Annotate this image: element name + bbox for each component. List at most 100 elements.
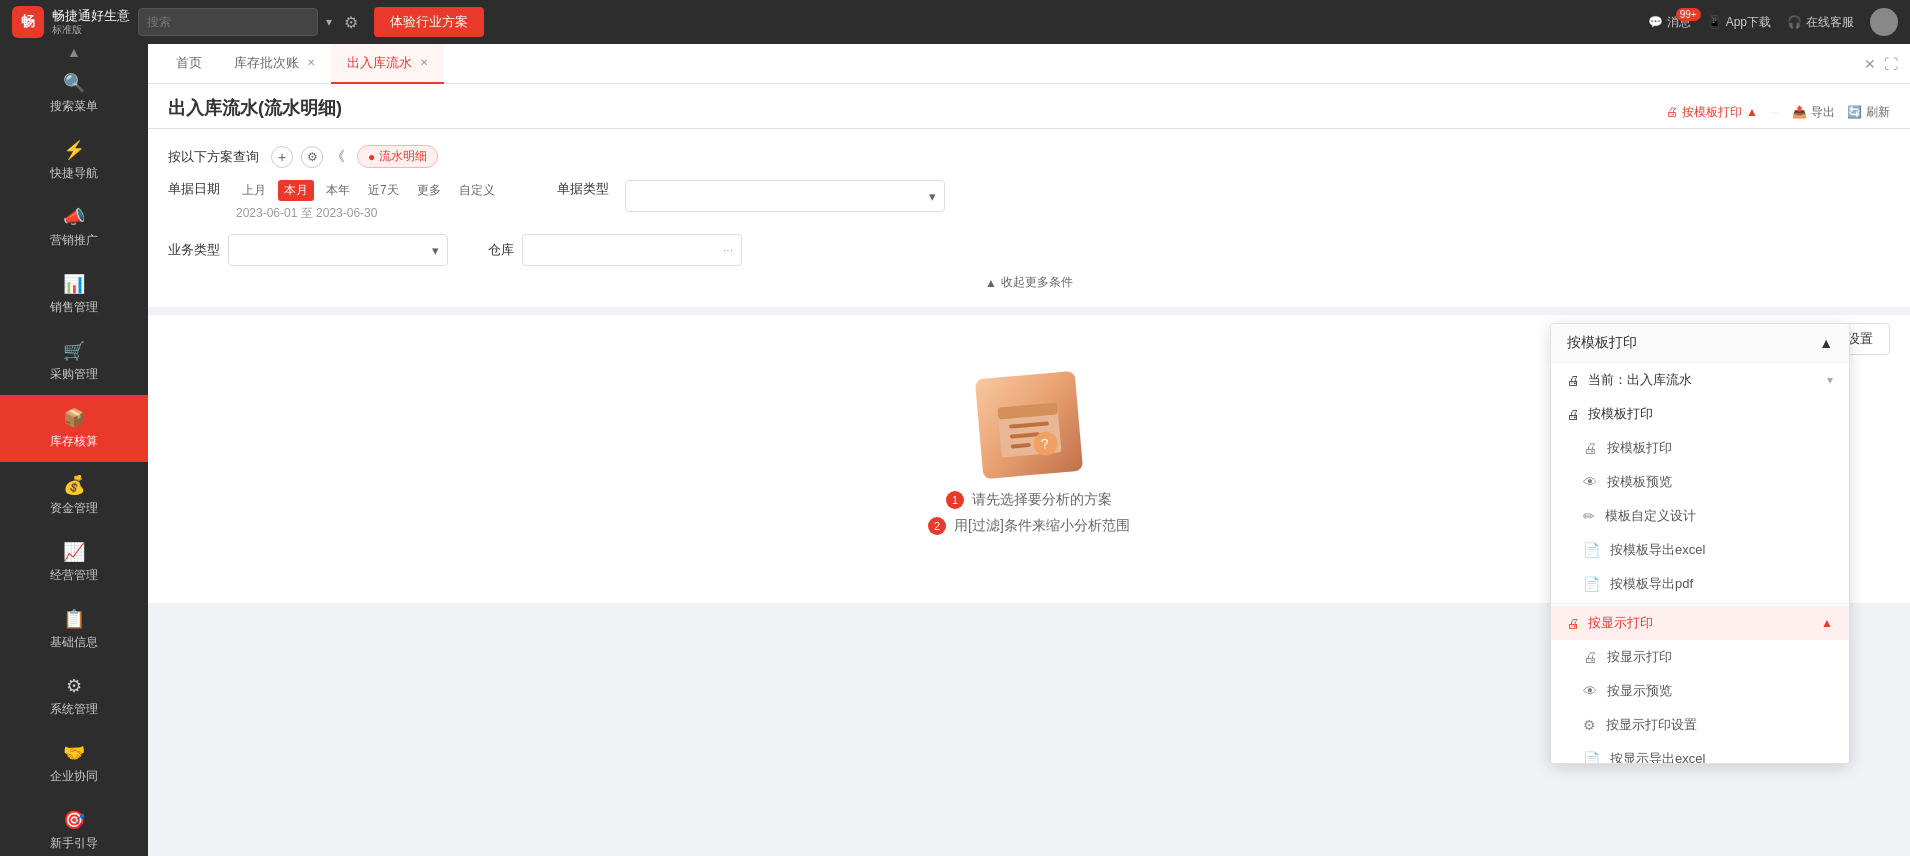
tab-maximize-icon[interactable]: ⛶ [1884,56,1898,72]
display-excel-label: 按显示导出excel [1610,750,1705,763]
dropdown-divider [1551,603,1849,604]
dropdown-title: 按模板打印 [1567,334,1637,352]
sidebar-item-enterprise[interactable]: 🤝 企业协同 [0,730,148,797]
sidebar-item-label: 营销推广 [50,232,98,249]
user-avatar-item[interactable] [1870,8,1898,36]
display-section-label: 按显示打印 [1588,614,1653,632]
settings-icon[interactable]: ⚙ [344,13,358,32]
industry-solution-button[interactable]: 体验行业方案 [374,7,484,37]
print-chevron-up-icon: ▲ [1746,105,1758,119]
dropdown-display-section-header[interactable]: 🖨 按显示打印 ▲ [1551,606,1849,640]
date-label: 单据日期 [168,180,220,198]
search-dropdown-icon[interactable]: ▾ [326,15,332,29]
business-type-select[interactable]: ▾ [228,234,448,266]
dropdown-item-template-preview[interactable]: 👁 按模板预览 [1551,465,1849,499]
toolbar-divider: ··· [1770,105,1780,119]
sidebar-item-label: 系统管理 [50,701,98,718]
inventory-icon: 📦 [63,407,85,429]
headset-icon: 🎧 [1787,15,1802,29]
sidebar-scroll-up[interactable]: ▲ [0,44,148,60]
sales-icon: 📊 [63,273,85,295]
sidebar-item-guide[interactable]: 🎯 新手引导 [0,797,148,856]
app-brand: 畅捷通好生意 标准版 [52,8,130,36]
app-download-item[interactable]: 📱 App下载 [1707,14,1771,31]
main-layout: ▲ 🔍 搜索菜单 ⚡ 快捷导航 📣 营销推广 📊 销售管理 🛒 采购管理 📦 库… [0,44,1910,856]
collapse-more-button[interactable]: ▲ 收起更多条件 [168,274,1890,291]
tab-batch-account-close[interactable]: ✕ [307,57,315,68]
refresh-button[interactable]: 🔄 刷新 [1847,104,1890,121]
date-chip-this-year[interactable]: 本年 [320,180,356,201]
page: 出入库流水(流水明细) 🖨 按模板打印 ▲ ··· 📤 导出 [148,84,1910,856]
dropdown-item-template-print[interactable]: 🖨 按模板打印 [1551,431,1849,465]
sidebar-item-purchase[interactable]: 🛒 采购管理 [0,328,148,395]
sidebar-item-search[interactable]: 🔍 搜索菜单 [0,60,148,127]
sidebar-item-quick-nav[interactable]: ⚡ 快捷导航 [0,127,148,194]
sidebar-item-label: 采购管理 [50,366,98,383]
template-excel-icon: 📄 [1583,542,1600,558]
warehouse-field: 仓库 ··· [488,234,742,266]
dropdown-current-section[interactable]: 🖨 当前：出入库流水 ▾ [1551,363,1849,397]
sidebar-item-system[interactable]: ⚙ 系统管理 [0,663,148,730]
date-chip-this-month[interactable]: 本月 [278,180,314,201]
filter-settings-button[interactable]: ⚙ [301,146,323,168]
export-icon: 📤 [1792,105,1807,119]
tab-close-all-icon[interactable]: ✕ [1864,56,1876,72]
dropdown-item-display-print[interactable]: 🖨 按显示打印 [1551,640,1849,674]
type-label: 单据类型 [557,180,609,198]
sidebar-item-base-info[interactable]: 📋 基础信息 [0,596,148,663]
display-preview-label: 按显示预览 [1607,682,1672,700]
dropdown-header-chevron-up[interactable]: ▲ [1819,335,1833,351]
tab-batch-account[interactable]: 库存批次账 ✕ [218,44,331,84]
dropdown-item-display-excel[interactable]: 📄 按显示导出excel [1551,742,1849,763]
template-excel-label: 按模板导出excel [1610,541,1705,559]
warehouse-select[interactable]: ··· [522,234,742,266]
dropdown-item-template-custom[interactable]: ✏ 模板自定义设计 [1551,499,1849,533]
sidebar-item-operations[interactable]: 📈 经营管理 [0,529,148,596]
date-chip-custom[interactable]: 自定义 [453,180,501,201]
dropdown-template-section-header[interactable]: 🖨 按模板打印 [1551,397,1849,431]
filter-tag-liushuimingxi[interactable]: ● 流水明细 [357,145,438,168]
filter-add-button[interactable]: + [271,146,293,168]
search-input[interactable] [138,8,318,36]
app-icon: 📱 [1707,15,1722,29]
sidebar-item-marketing[interactable]: 📣 营销推广 [0,194,148,261]
base-info-icon: 📋 [63,608,85,630]
dropdown-item-display-settings[interactable]: ⚙ 按显示打印设置 [1551,708,1849,742]
message-item[interactable]: 💬 消息 99+ [1648,14,1691,31]
empty-state-hint2: 2 用[过滤]条件来缩小分析范围 [928,517,1130,535]
tab-home[interactable]: 首页 [160,44,218,84]
template-preview-label: 按模板预览 [1607,473,1672,491]
filter-tag-icon: ● [368,150,375,164]
export-button[interactable]: 📤 导出 [1792,104,1835,121]
purchase-icon: 🛒 [63,340,85,362]
message-icon: 💬 [1648,15,1663,29]
sidebar-item-sales[interactable]: 📊 销售管理 [0,261,148,328]
tab-inout-flow[interactable]: 出入库流水 ✕ [331,44,444,84]
dropdown-item-display-preview[interactable]: 👁 按显示预览 [1551,674,1849,708]
guide-icon: 🎯 [63,809,85,831]
print-template-button[interactable]: 🖨 按模板打印 ▲ [1666,104,1758,121]
dropdown-item-template-excel[interactable]: 📄 按模板导出excel [1551,533,1849,567]
date-chip-7days[interactable]: 近7天 [362,180,405,201]
date-chip-last-month[interactable]: 上月 [236,180,272,201]
filter-area: 按以下方案查询 + ⚙ 《 ● 流水明细 单据日期 [148,129,1910,307]
tabbar-actions: ✕ ⛶ [1864,56,1898,72]
template-section-icon: 🖨 [1567,407,1580,422]
sidebar-item-label: 基础信息 [50,634,98,651]
filter-label: 按以下方案查询 [168,148,259,166]
display-preview-icon: 👁 [1583,683,1597,699]
customer-service-item[interactable]: 🎧 在线客服 [1787,14,1854,31]
filter-tag-label: 流水明细 [379,148,427,165]
tab-inout-flow-close[interactable]: ✕ [420,57,428,68]
date-chips: 上月 本月 本年 近7天 更多 自定义 [236,180,501,201]
sidebar-item-label: 资金管理 [50,500,98,517]
sidebar: ▲ 🔍 搜索菜单 ⚡ 快捷导航 📣 营销推广 📊 销售管理 🛒 采购管理 📦 库… [0,44,148,856]
date-chip-more[interactable]: 更多 [411,180,447,201]
sidebar-item-label: 搜索菜单 [50,98,98,115]
sidebar-item-finance[interactable]: 💰 资金管理 [0,462,148,529]
type-select[interactable]: ▾ [625,180,945,212]
sidebar-item-label: 企业协同 [50,768,98,785]
dropdown-item-template-pdf[interactable]: 📄 按模板导出pdf [1551,567,1849,601]
sidebar-item-inventory[interactable]: 📦 库存核算 [0,395,148,462]
filter-collapse-icon[interactable]: 《 [331,148,345,166]
